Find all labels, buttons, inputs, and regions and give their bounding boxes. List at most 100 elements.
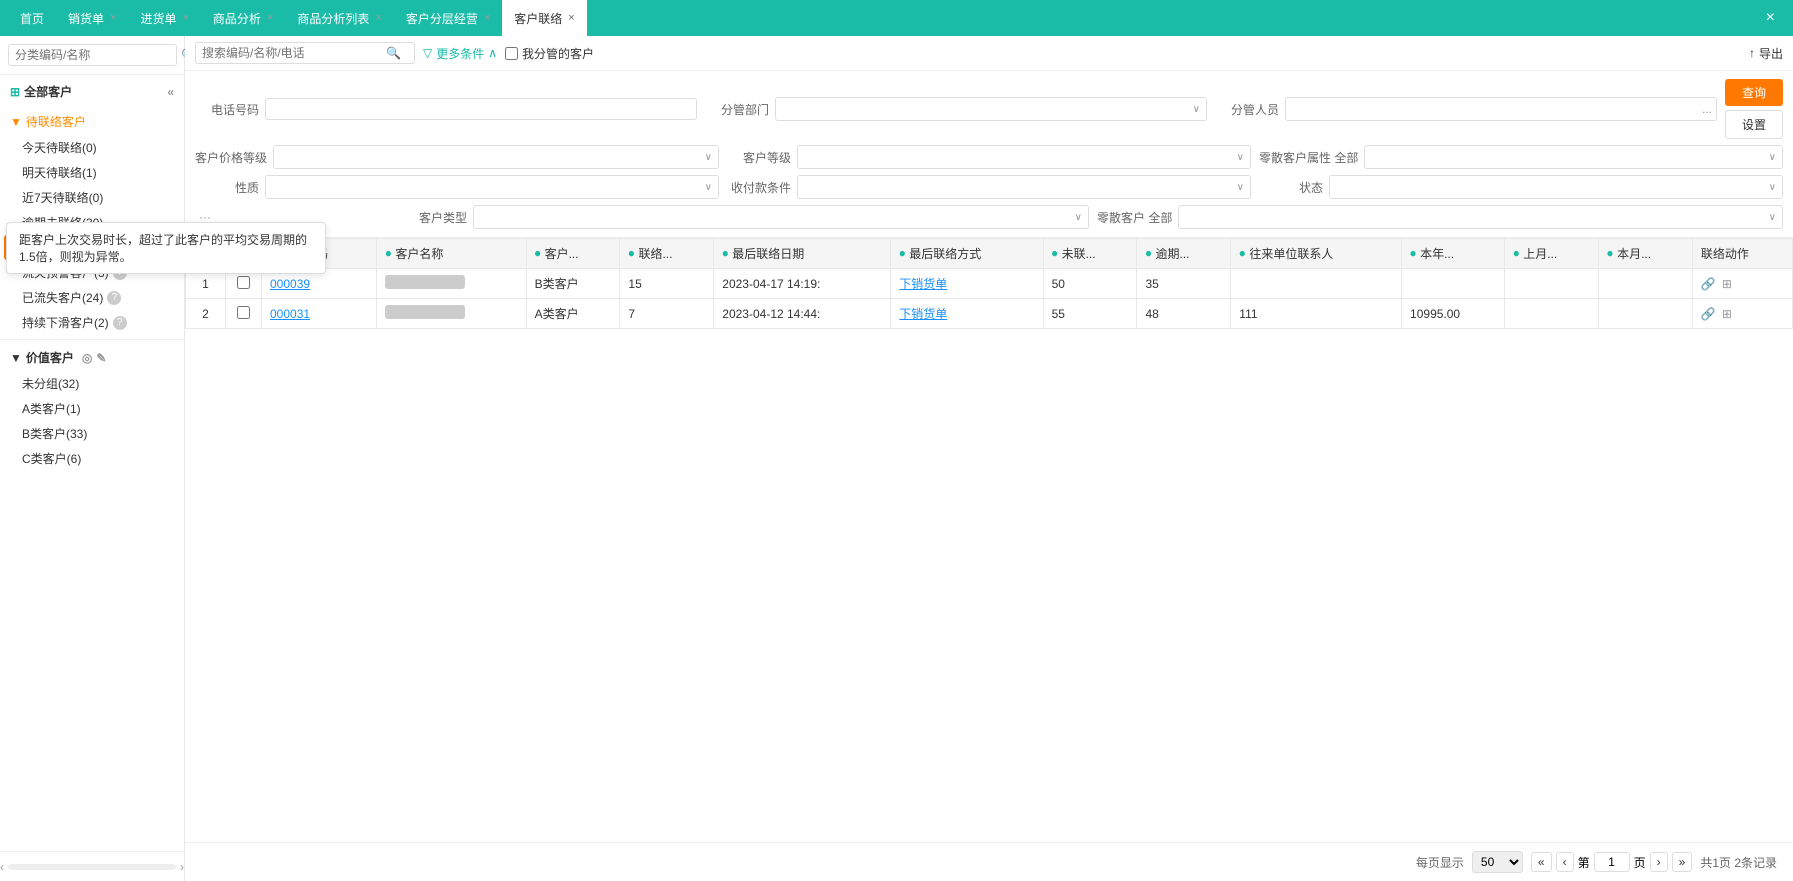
action-link-icon-1[interactable]: 🔗 xyxy=(1701,277,1716,291)
price-level-select[interactable]: ∨ xyxy=(273,145,719,169)
sidebar-item-tomorrow[interactable]: 明天待联络(1) xyxy=(0,160,184,185)
nav-sales-close[interactable]: × xyxy=(110,12,116,24)
row-checkbox-2[interactable] xyxy=(226,299,262,329)
query-button[interactable]: 查询 xyxy=(1725,79,1783,106)
th-uncontacted[interactable]: ⦁ 未联... xyxy=(1043,239,1137,269)
nav-customer-tier-close[interactable]: × xyxy=(484,12,490,24)
sidebar-all-customers[interactable]: ⊞ 全部客户 « xyxy=(0,75,184,108)
sort-dot-3: ⦁ xyxy=(535,246,541,261)
my-customers-checkbox-label[interactable]: 我分管的客户 xyxy=(505,45,594,62)
edit-icon[interactable]: ✎ xyxy=(96,351,106,365)
sidebar-item-declining[interactable]: 持续下滑客户(2) ? xyxy=(0,310,184,335)
last-page-btn[interactable]: » xyxy=(1672,852,1693,872)
advanced-filter: 电话号码 分管部门 ∨ 分管人员 ... xyxy=(185,71,1793,238)
th-last-contact-method[interactable]: ⦁ 最后联络方式 xyxy=(891,239,1043,269)
th-contacts[interactable]: ⦁ 联络... xyxy=(620,239,714,269)
prev-page-btn[interactable]: ‹ xyxy=(1556,852,1574,872)
sort-dot-11: ⦁ xyxy=(1513,246,1519,261)
filter-row-2: 客户价格等级 ∨ 客户等级 ∨ 零散客户属性 xyxy=(195,145,1783,169)
sidebar-search-input[interactable] xyxy=(8,44,177,66)
th-customer-type[interactable]: ⦁ 客户... xyxy=(526,239,620,269)
action-grid-icon-2[interactable]: ⊞ xyxy=(1722,307,1732,321)
per-page-select[interactable]: 50 100 200 xyxy=(1472,851,1523,873)
filter-row-4: ··· 客户类型 ∨ 零散客户 全部 ∨ xyxy=(195,205,1783,229)
scroll-left-icon[interactable]: ‹ xyxy=(0,860,4,874)
row-uncontacted-1: 50 xyxy=(1043,269,1137,299)
sidebar-item-b-class[interactable]: B类客户(33) xyxy=(0,421,184,446)
phone-input[interactable] xyxy=(265,98,697,120)
sidebar-item-c-class[interactable]: C类客户(6) xyxy=(0,446,184,471)
pending-group-title[interactable]: ▼ 待联络客户 xyxy=(0,108,184,135)
filter-customer-type: 客户类型 ∨ xyxy=(403,205,1089,229)
th-this-year[interactable]: ⦁ 本年... xyxy=(1402,239,1505,269)
sidebar-item-ungroup[interactable]: 未分组(32) xyxy=(0,371,184,396)
nav-purchase-close[interactable]: × xyxy=(182,12,188,24)
group-icon[interactable]: ◎ xyxy=(82,351,92,365)
sidebar-item-lost[interactable]: 已流失客户(24) ? xyxy=(0,285,184,310)
sidebar-item-today[interactable]: 今天待联络(0) xyxy=(0,135,184,160)
row-last-method-2[interactable]: 下销货单 xyxy=(891,299,1043,329)
more-conditions-btn[interactable]: ▽ 更多条件 ∧ xyxy=(423,45,497,62)
nav-home[interactable]: 首页 xyxy=(8,0,56,36)
retail-customer-select[interactable]: ∨ xyxy=(1178,205,1783,229)
customer-type-select[interactable]: ∨ xyxy=(473,205,1089,229)
dept-select[interactable]: ∨ xyxy=(775,97,1207,121)
nav-product-list[interactable]: 商品分析列表 × xyxy=(285,0,393,36)
nav-sales[interactable]: 销货单 × xyxy=(56,0,128,36)
top-nav: 首页 销货单 × 进货单 × 商品分析 × 商品分析列表 × 客户分层经营 × … xyxy=(0,0,1793,36)
current-page-input[interactable] xyxy=(1594,852,1630,872)
sidebar-item-a-class[interactable]: A类客户(1) xyxy=(0,396,184,421)
nav-product-analysis[interactable]: 商品分析 × xyxy=(201,0,285,36)
sort-dot-12: ⦁ xyxy=(1607,246,1613,261)
next-page-btn[interactable]: › xyxy=(1650,852,1668,872)
nature-select[interactable]: ∨ xyxy=(265,175,719,199)
sidebar-item-7days[interactable]: 近7天待联络(0) xyxy=(0,185,184,210)
export-icon: ↑ xyxy=(1749,46,1755,60)
row-last-method-1[interactable]: 下销货单 xyxy=(891,269,1043,299)
th-last-month[interactable]: ⦁ 上月... xyxy=(1505,239,1599,269)
retail-attr-select[interactable]: ∨ xyxy=(1364,145,1783,169)
window-close-button[interactable]: × xyxy=(1756,9,1785,27)
table-row: 2 000031 A类客户 7 2023-04-12 14:44: 下销货单 5… xyxy=(186,299,1793,329)
sort-dot-9: ⦁ xyxy=(1239,246,1245,261)
th-name[interactable]: ⦁ 客户名称 xyxy=(377,239,526,269)
chevron-down-icon-2: ∨ xyxy=(705,152,712,163)
manager-select[interactable]: ... xyxy=(1285,97,1717,121)
th-company-contact[interactable]: ⦁ 往来单位联系人 xyxy=(1231,239,1402,269)
nav-customer-contact-close[interactable]: × xyxy=(568,12,574,24)
first-page-btn[interactable]: « xyxy=(1531,852,1552,872)
customer-name-blur-1 xyxy=(385,275,465,289)
scroll-right-icon[interactable]: › xyxy=(180,860,184,874)
main-search-icon[interactable]: 🔍 xyxy=(386,46,401,60)
main-search-input[interactable] xyxy=(202,46,382,60)
row-select-1[interactable] xyxy=(237,276,250,289)
row-contacts-2: 7 xyxy=(620,299,714,329)
nav-product-analysis-close[interactable]: × xyxy=(267,12,273,24)
nav-product-list-close[interactable]: × xyxy=(375,12,381,24)
row-select-2[interactable] xyxy=(237,306,250,319)
export-button[interactable]: ↑ 导出 xyxy=(1749,45,1783,62)
sort-dot-7: ⦁ xyxy=(1052,246,1058,261)
my-customers-checkbox[interactable] xyxy=(505,47,518,60)
customer-level-select[interactable]: ∨ xyxy=(797,145,1251,169)
nav-purchase[interactable]: 进货单 × xyxy=(128,0,200,36)
payment-select[interactable]: ∨ xyxy=(797,175,1251,199)
th-last-contact-date[interactable]: ⦁ 最后联络日期 xyxy=(714,239,891,269)
status-select[interactable]: ∨ xyxy=(1329,175,1783,199)
nav-customer-contact[interactable]: 客户联络 × xyxy=(502,0,586,36)
row-contacts-1: 15 xyxy=(620,269,714,299)
row-action-1: 🔗 ⊞ xyxy=(1692,269,1792,299)
ellipsis-icon: ... xyxy=(1702,102,1712,116)
row-code-2[interactable]: 000031 xyxy=(262,299,377,329)
th-this-month[interactable]: ⦁ 本月... xyxy=(1599,239,1693,269)
th-overdue[interactable]: ⦁ 逾期... xyxy=(1137,239,1231,269)
page-label: 第 xyxy=(1578,854,1590,871)
sidebar-collapse-btn[interactable]: « xyxy=(167,85,174,99)
settings-button[interactable]: 设置 xyxy=(1725,110,1783,139)
action-grid-icon-1[interactable]: ⊞ xyxy=(1722,277,1732,291)
nav-customer-tier[interactable]: 客户分层经营 × xyxy=(394,0,502,36)
filter-row-1: 电话号码 分管部门 ∨ 分管人员 ... xyxy=(195,79,1783,139)
sidebar: 🔍 ⊞ 全部客户 « ▼ 待联络客户 今天待联络(0) 明天待联络(1) xyxy=(0,36,185,881)
action-link-icon-2[interactable]: 🔗 xyxy=(1701,307,1716,321)
value-group-title[interactable]: ▼ 价值客户 ◎ ✎ xyxy=(0,344,184,371)
